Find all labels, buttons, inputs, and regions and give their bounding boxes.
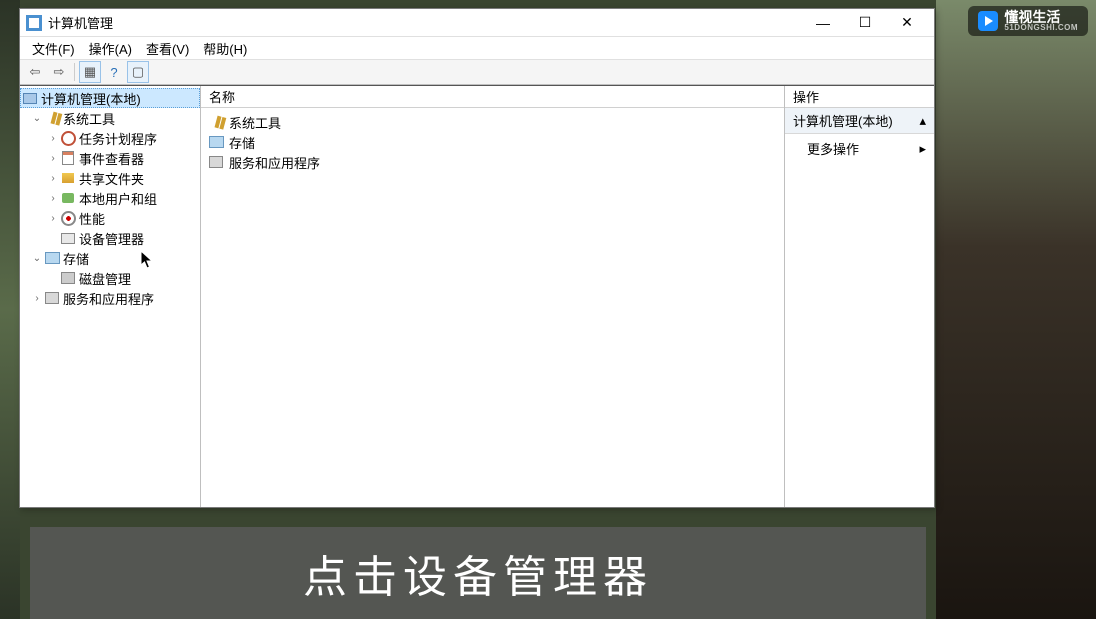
- menu-file[interactable]: 文件(F): [26, 38, 81, 59]
- actions-pane: 操作 计算机管理(本地) ▴ 更多操作 ▸: [785, 86, 934, 507]
- collapse-icon: ▴: [919, 113, 926, 129]
- tree-root-label: 计算机管理(本地): [41, 89, 141, 108]
- list-item-system-tools[interactable]: 系统工具: [207, 112, 778, 132]
- tree-device-manager-label: 设备管理器: [79, 229, 144, 248]
- storage-icon: [207, 134, 225, 150]
- app-icon: [26, 15, 42, 31]
- tools-icon: [207, 114, 225, 130]
- tree-task-scheduler-label: 任务计划程序: [79, 129, 157, 148]
- actions-more-label: 更多操作: [807, 139, 859, 158]
- expander-collapse-icon[interactable]: ⌄: [30, 253, 44, 264]
- desktop-background-right: [936, 0, 1096, 619]
- menu-help[interactable]: 帮助(H): [197, 38, 253, 59]
- properties-button[interactable]: ▢: [127, 61, 149, 83]
- shared-folder-icon: [60, 170, 76, 186]
- users-icon: [60, 190, 76, 206]
- back-button[interactable]: ⇦: [24, 61, 46, 83]
- device-icon: [60, 230, 76, 246]
- list-item-label: 存储: [229, 133, 255, 152]
- performance-icon: [60, 210, 76, 226]
- close-button[interactable]: ✕: [886, 11, 928, 35]
- storage-icon: [44, 250, 60, 266]
- list-item-label: 系统工具: [229, 113, 281, 132]
- tree-task-scheduler[interactable]: › 任务计划程序: [20, 128, 200, 148]
- services-icon: [207, 154, 225, 170]
- tree-storage[interactable]: ⌄ 存储: [20, 248, 200, 268]
- toolbar: ⇦ ⇨ ▦ ? ▢: [20, 59, 934, 85]
- tree-system-tools-label: 系统工具: [63, 109, 115, 128]
- video-subtitle: 点击设备管理器: [30, 527, 926, 619]
- expander-expand-icon[interactable]: ›: [46, 133, 60, 144]
- clock-icon: [60, 130, 76, 146]
- event-log-icon: [60, 150, 76, 166]
- expander-expand-icon[interactable]: ›: [46, 213, 60, 224]
- video-watermark: 懂视生活 51DONGSHI.COM: [968, 6, 1088, 36]
- list-item-label: 服务和应用程序: [229, 153, 320, 172]
- tree-local-users-label: 本地用户和组: [79, 189, 157, 208]
- menu-bar: 文件(F) 操作(A) 查看(V) 帮助(H): [20, 37, 934, 59]
- minimize-button[interactable]: —: [802, 11, 844, 35]
- tree-services-apps-label: 服务和应用程序: [63, 289, 154, 308]
- computer-icon: [22, 90, 38, 106]
- expander-expand-icon[interactable]: ›: [46, 153, 60, 164]
- list-item-services-apps[interactable]: 服务和应用程序: [207, 152, 778, 172]
- menu-action[interactable]: 操作(A): [83, 38, 138, 59]
- tree-system-tools[interactable]: ⌄ 系统工具: [20, 108, 200, 128]
- actions-context-label: 计算机管理(本地): [793, 111, 893, 130]
- expander-expand-icon[interactable]: ›: [46, 193, 60, 204]
- tree-disk-management[interactable]: 磁盘管理: [20, 268, 200, 288]
- desktop-background-left: [0, 0, 20, 619]
- actions-more-operations[interactable]: 更多操作 ▸: [785, 134, 934, 163]
- submenu-arrow-icon: ▸: [919, 141, 926, 157]
- watermark-url: 51DONGSHI.COM: [1004, 24, 1078, 32]
- tree-root[interactable]: 计算机管理(本地): [20, 88, 200, 108]
- watermark-brand: 懂视生活: [1004, 10, 1078, 24]
- details-list: 名称 系统工具 存储 服务和应用程序: [201, 86, 785, 507]
- help-button[interactable]: ?: [103, 61, 125, 83]
- navigation-tree[interactable]: 计算机管理(本地) ⌄ 系统工具 › 任务计划程序 › 事件查看器 › 共享文件…: [20, 86, 201, 507]
- toolbar-separator: [74, 63, 75, 81]
- tree-performance-label: 性能: [79, 209, 105, 228]
- show-hide-tree-button[interactable]: ▦: [79, 61, 101, 83]
- play-icon: [978, 11, 998, 31]
- tree-event-viewer[interactable]: › 事件查看器: [20, 148, 200, 168]
- tree-local-users[interactable]: › 本地用户和组: [20, 188, 200, 208]
- actions-context[interactable]: 计算机管理(本地) ▴: [785, 108, 934, 134]
- window-title: 计算机管理: [48, 13, 802, 32]
- expander-collapse-icon[interactable]: ⌄: [30, 113, 44, 124]
- tree-performance[interactable]: › 性能: [20, 208, 200, 228]
- window-titlebar[interactable]: 计算机管理 — ☐ ✕: [20, 9, 934, 37]
- tree-shared-folders[interactable]: › 共享文件夹: [20, 168, 200, 188]
- tree-event-viewer-label: 事件查看器: [79, 149, 144, 168]
- menu-view[interactable]: 查看(V): [140, 38, 195, 59]
- actions-header: 操作: [785, 86, 934, 108]
- tools-icon: [44, 110, 60, 126]
- disk-icon: [60, 270, 76, 286]
- subtitle-text: 点击设备管理器: [303, 541, 653, 605]
- tree-storage-label: 存储: [63, 249, 89, 268]
- expander-expand-icon[interactable]: ›: [46, 173, 60, 184]
- expander-expand-icon[interactable]: ›: [30, 293, 44, 304]
- list-item-storage[interactable]: 存储: [207, 132, 778, 152]
- services-icon: [44, 290, 60, 306]
- tree-disk-management-label: 磁盘管理: [79, 269, 131, 288]
- column-header-name[interactable]: 名称: [201, 86, 784, 108]
- tree-services-apps[interactable]: › 服务和应用程序: [20, 288, 200, 308]
- computer-management-window: 计算机管理 — ☐ ✕ 文件(F) 操作(A) 查看(V) 帮助(H) ⇦ ⇨ …: [19, 8, 935, 508]
- content-area: 计算机管理(本地) ⌄ 系统工具 › 任务计划程序 › 事件查看器 › 共享文件…: [20, 85, 934, 507]
- tree-shared-folders-label: 共享文件夹: [79, 169, 144, 188]
- forward-button[interactable]: ⇨: [48, 61, 70, 83]
- tree-device-manager[interactable]: 设备管理器: [20, 228, 200, 248]
- maximize-button[interactable]: ☐: [844, 11, 886, 35]
